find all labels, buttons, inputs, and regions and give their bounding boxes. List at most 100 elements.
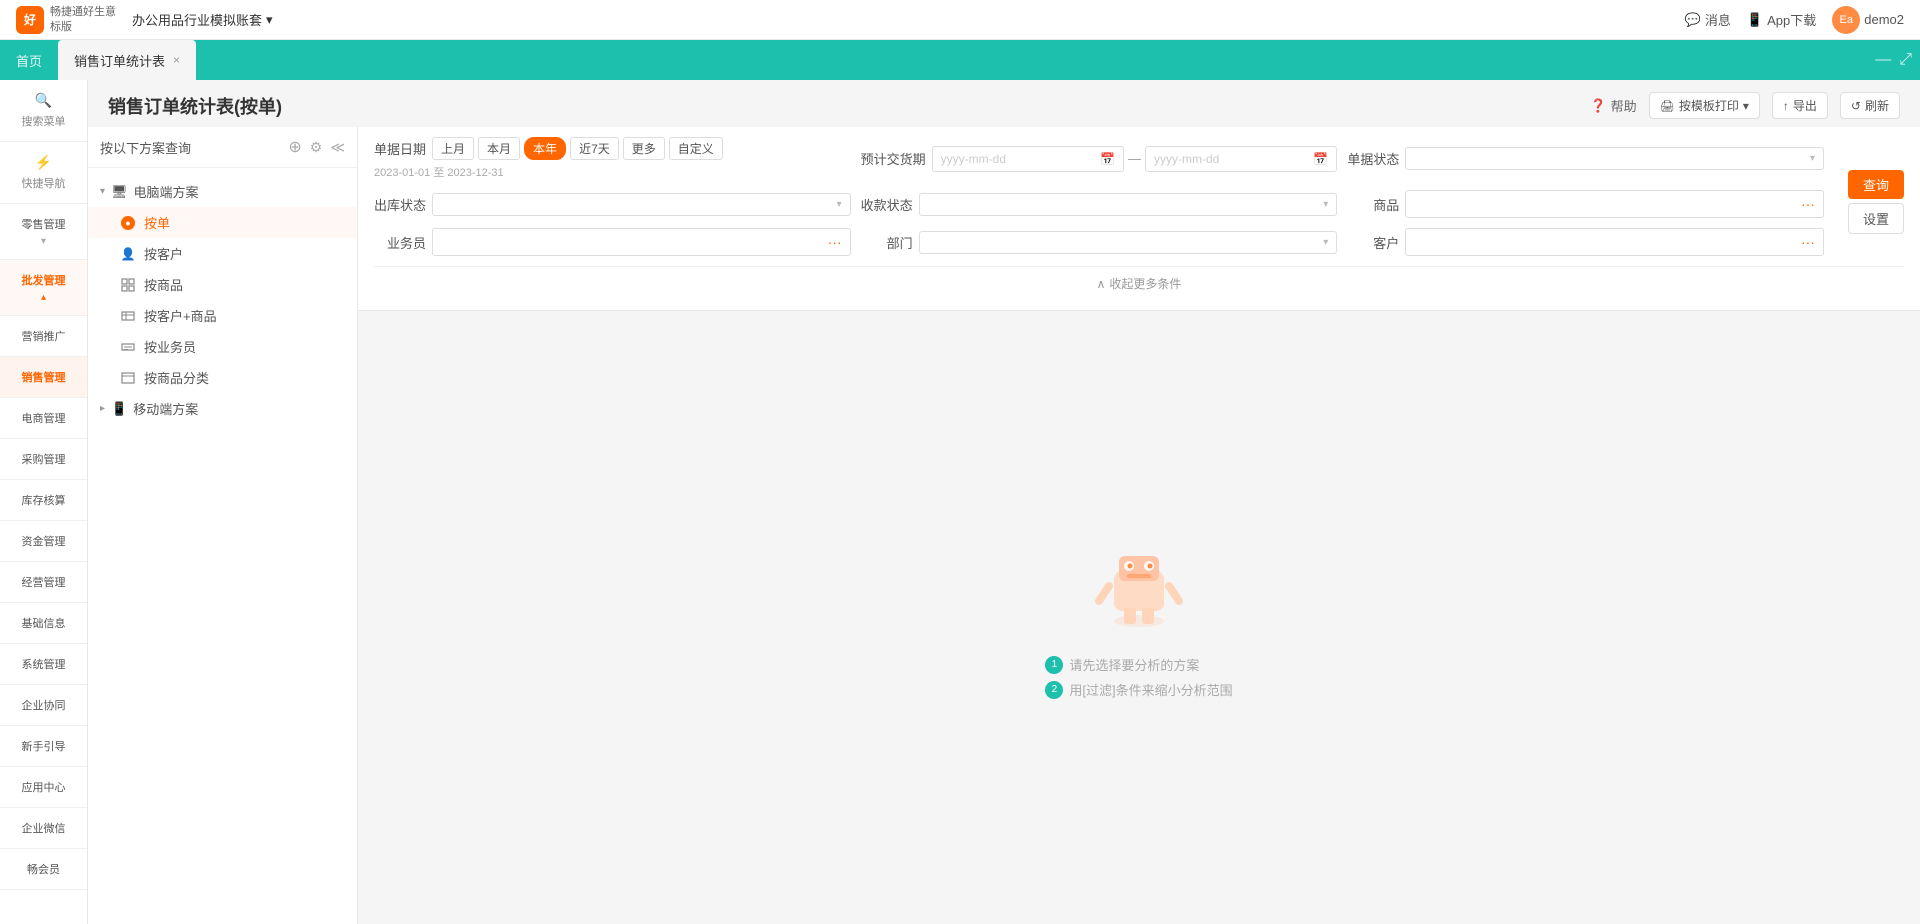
- sidebar-item-marketing[interactable]: 营销推广: [0, 316, 87, 357]
- expected-date-start[interactable]: yyyy-mm-dd 📅: [932, 146, 1124, 172]
- app-download-btn[interactable]: 📱 App下载: [1747, 10, 1816, 29]
- sidebar-item-wholesale[interactable]: 批发管理 ▴: [0, 260, 87, 316]
- sidebar-item-search[interactable]: 🔍 搜索菜单: [0, 80, 87, 142]
- message-btn[interactable]: 💬 消息: [1685, 10, 1731, 29]
- scheme-item-by-sales[interactable]: 按业务员: [88, 331, 357, 362]
- expand-icon: ▾: [100, 186, 105, 197]
- filter-cell-sales: 业务员 ···: [374, 228, 851, 256]
- scheme-item-by-customer[interactable]: 👤 按客户: [88, 238, 357, 269]
- sidebar-item-appcenter[interactable]: 应用中心: [0, 767, 87, 808]
- scheme-tree: ▾ 🖥 电脑端方案 ● 按单 👤: [88, 168, 357, 924]
- avatar: Ea: [1832, 6, 1860, 34]
- filter-cell-bill-status: 单据状态 ▾: [1347, 137, 1824, 180]
- scheme-item-by-cust-prod[interactable]: 按客户+商品: [88, 300, 357, 331]
- refresh-btn[interactable]: ↺ 刷新: [1840, 92, 1900, 119]
- sidebar-item-basic[interactable]: 基础信息: [0, 603, 87, 644]
- page-header: 销售订单统计表(按单) ❓ 帮助 🖨 按模板打印 ▾ ↑ 导出 ↺ 刷新: [88, 80, 1920, 127]
- hint-num-2: 2: [1045, 681, 1063, 699]
- tab-minimize-icon[interactable]: —: [1875, 51, 1891, 69]
- left-panel-header: 按以下方案查询 ⊕ ⚙ ≪: [88, 127, 357, 168]
- scheme-group-desktop-header[interactable]: ▾ 🖥 电脑端方案: [88, 176, 357, 207]
- bill-status-select[interactable]: ▾: [1405, 147, 1824, 170]
- collapse-panel-icon[interactable]: ≪: [330, 139, 345, 156]
- filter-row-3: 业务员 ··· 部门: [374, 228, 1824, 256]
- sidebar-item-newuser[interactable]: 新手引导: [0, 726, 87, 767]
- scheme-item-by-category[interactable]: 按商品分类: [88, 362, 357, 393]
- sidebar-item-operations[interactable]: 经营管理: [0, 562, 87, 603]
- nav-tab-end: — ⤢: [1875, 51, 1920, 69]
- content-area: 销售订单统计表(按单) ❓ 帮助 🖨 按模板打印 ▾ ↑ 导出 ↺ 刷新: [88, 80, 1920, 924]
- sidebar-item-inventory[interactable]: 库存核算: [0, 480, 87, 521]
- sidebar-item-enterprise[interactable]: 企业协同: [0, 685, 87, 726]
- left-scheme-panel: 按以下方案查询 ⊕ ⚙ ≪ ▾ 🖥 电脑端方案: [88, 127, 358, 924]
- tab-home[interactable]: 首页: [0, 40, 58, 80]
- desktop-icon: 🖥: [111, 184, 128, 200]
- template-print-btn[interactable]: 🖨 按模板打印 ▾: [1649, 92, 1760, 119]
- query-button[interactable]: 查询: [1848, 170, 1904, 199]
- chevron-down-icon: ▾: [1323, 199, 1328, 210]
- edit-scheme-icon[interactable]: ⚙: [310, 139, 323, 156]
- product-input[interactable]: ···: [1405, 190, 1824, 218]
- filter-row-2: 出库状态 ▾: [374, 190, 1824, 218]
- empty-illustration: [1089, 536, 1189, 639]
- scheme-group-mobile: ▸ 📱 移动端方案: [88, 393, 357, 424]
- user-profile[interactable]: Ea demo2: [1832, 6, 1904, 34]
- expected-date-end[interactable]: yyyy-mm-dd 📅: [1145, 146, 1337, 172]
- help-action[interactable]: ❓ 帮助: [1590, 96, 1636, 115]
- collapse-bar[interactable]: ∧ 收起更多条件: [374, 266, 1904, 300]
- message-icon: 💬: [1685, 12, 1701, 28]
- help-icon: ❓: [1590, 98, 1606, 114]
- main-layout: 🔍 搜索菜单 ⚡ 快捷导航 零售管理 ▾ 批发管理 ▴ 营销推广 销售管理: [0, 80, 1920, 924]
- sidebar-item-system[interactable]: 系统管理: [0, 644, 87, 685]
- customer-input[interactable]: ···: [1405, 228, 1824, 256]
- logo-text: 畅捷通好生意 标版: [50, 5, 116, 34]
- date-btn-lastmonth[interactable]: 上月: [432, 137, 474, 160]
- export-btn[interactable]: ↑ 导出: [1772, 92, 1828, 119]
- collapse-icon: ∧: [1097, 277, 1106, 291]
- mobile-icon: 📱: [111, 401, 127, 417]
- sidebar-item-finance[interactable]: 资金管理: [0, 521, 87, 562]
- date-sep: —: [1128, 151, 1141, 166]
- top-bar-left: 好 畅捷通好生意 标版 办公用品行业模拟账套 ▾: [16, 5, 281, 34]
- search-icon: 🔍: [35, 92, 52, 109]
- product-control: ···: [1405, 190, 1824, 218]
- sales-input[interactable]: ···: [432, 228, 851, 256]
- pay-status-select[interactable]: ▾: [919, 193, 1338, 216]
- add-scheme-icon[interactable]: ⊕: [288, 137, 301, 157]
- top-bar: 好 畅捷通好生意 标版 办公用品行业模拟账套 ▾ 💬 消息 📱 App下载 Ea…: [0, 0, 1920, 40]
- scheme-group-mobile-header[interactable]: ▸ 📱 移动端方案: [88, 393, 357, 424]
- expand-icon: ▸: [100, 403, 105, 414]
- sidebar-item-retail[interactable]: 零售管理 ▾: [0, 204, 87, 260]
- filter-cell-ship-status: 出库状态 ▾: [374, 190, 851, 218]
- sidebar-item-ecommerce[interactable]: 电商管理: [0, 398, 87, 439]
- tab-sales-stats[interactable]: 销售订单统计表 ×: [58, 40, 196, 80]
- sidebar-item-purchase[interactable]: 采购管理: [0, 439, 87, 480]
- sidebar-item-sales[interactable]: 销售管理: [0, 357, 87, 398]
- dept-select[interactable]: ▾: [919, 231, 1338, 254]
- filter-row-1: 单据日期 上月 本月 本年 近7天 更多 自定义: [374, 137, 1824, 180]
- date-btns-group: 上月 本月 本年 近7天 更多 自定义: [432, 137, 723, 160]
- scheme-item-by-order[interactable]: ● 按单: [88, 207, 357, 238]
- chevron-down-icon: ▾: [1810, 153, 1815, 164]
- inner-layout: 按以下方案查询 ⊕ ⚙ ≪ ▾ 🖥 电脑端方案: [88, 127, 1920, 924]
- by-customer-icon: 👤: [120, 246, 136, 262]
- sidebar-item-member[interactable]: 畅会员: [0, 849, 87, 890]
- date-btn-thismonth[interactable]: 本月: [478, 137, 520, 160]
- filter-inner: 单据日期 上月 本月 本年 近7天 更多 自定义: [358, 127, 1920, 310]
- date-btn-thisyear[interactable]: 本年: [524, 137, 566, 160]
- setting-button[interactable]: 设置: [1848, 203, 1904, 234]
- by-sales-icon: [120, 339, 136, 355]
- date-btn-more[interactable]: 更多: [623, 137, 665, 160]
- by-order-icon: ●: [120, 215, 136, 231]
- date-btn-custom[interactable]: 自定义: [669, 137, 723, 160]
- tab-expand-icon[interactable]: ⤢: [1899, 51, 1912, 69]
- scheme-item-by-product[interactable]: 按商品: [88, 269, 357, 300]
- date-btn-7days[interactable]: 近7天: [570, 137, 619, 160]
- tab-close-btn[interactable]: ×: [173, 53, 180, 67]
- dept-control: ▾: [919, 231, 1338, 254]
- sidebar-item-quicknav[interactable]: ⚡ 快捷导航: [0, 142, 87, 204]
- sidebar-item-wechat[interactable]: 企业微信: [0, 808, 87, 849]
- more-dots-icon: ···: [828, 234, 842, 250]
- ship-status-select[interactable]: ▾: [432, 193, 851, 216]
- app-selector[interactable]: 办公用品行业模拟账套 ▾: [124, 10, 281, 29]
